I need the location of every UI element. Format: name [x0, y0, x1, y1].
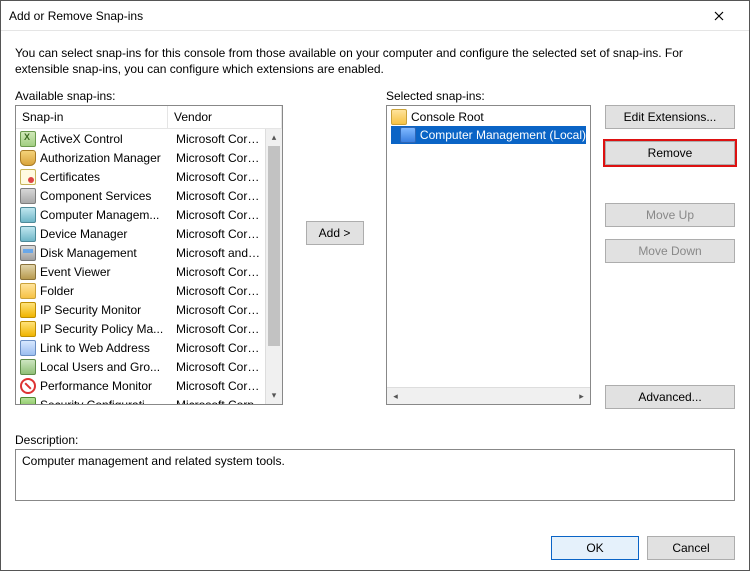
window-title: Add or Remove Snap-ins	[9, 9, 697, 23]
list-item[interactable]: Local Users and Gro...Microsoft Corp...	[16, 357, 265, 376]
available-snapins-list[interactable]: Snap-in Vendor ActiveX ControlMicrosoft …	[15, 105, 283, 405]
col-snapin[interactable]: Snap-in	[16, 106, 168, 128]
edit-extensions-button[interactable]: Edit Extensions...	[605, 105, 735, 129]
ok-button[interactable]: OK	[551, 536, 639, 560]
move-down-button[interactable]: Move Down	[605, 239, 735, 263]
snapin-icon	[20, 226, 36, 242]
col-vendor[interactable]: Vendor	[168, 106, 282, 128]
list-item[interactable]: CertificatesMicrosoft Corp...	[16, 167, 265, 186]
folder-icon	[391, 109, 407, 125]
snapin-name: Local Users and Gro...	[40, 360, 176, 374]
snapin-vendor: Microsoft Corp...	[176, 208, 261, 222]
selected-snapins-tree[interactable]: Console Root Computer Management (Local)…	[386, 105, 591, 405]
close-button[interactable]	[697, 2, 741, 30]
description-box: Computer management and related system t…	[15, 449, 735, 501]
list-item[interactable]: Link to Web AddressMicrosoft Corp...	[16, 338, 265, 357]
snapin-vendor: Microsoft Corp...	[176, 284, 261, 298]
remove-button[interactable]: Remove	[605, 141, 735, 165]
snapin-vendor: Microsoft Corp...	[176, 189, 261, 203]
list-header[interactable]: Snap-in Vendor	[16, 106, 282, 129]
snapin-vendor: Microsoft Corp...	[176, 379, 261, 393]
computer-management-icon	[400, 127, 416, 143]
snapin-name: Component Services	[40, 189, 176, 203]
snapin-name: ActiveX Control	[40, 132, 176, 146]
snapin-icon	[20, 378, 36, 394]
snapin-icon	[20, 359, 36, 375]
snapin-name: Folder	[40, 284, 176, 298]
snapin-name: Disk Management	[40, 246, 176, 260]
description-label: Description:	[15, 433, 735, 447]
move-up-button[interactable]: Move Up	[605, 203, 735, 227]
snapin-vendor: Microsoft Corp...	[176, 265, 261, 279]
snapin-name: Performance Monitor	[40, 379, 176, 393]
vertical-scrollbar[interactable]: ▴ ▾	[265, 129, 282, 404]
scroll-left-icon[interactable]: ◂	[387, 391, 404, 402]
intro-text: You can select snap-ins for this console…	[15, 45, 735, 77]
list-item[interactable]: Performance MonitorMicrosoft Corp...	[16, 376, 265, 395]
snapin-name: Certificates	[40, 170, 176, 184]
snapin-icon	[20, 131, 36, 147]
snapin-name: IP Security Monitor	[40, 303, 176, 317]
snapin-name: Event Viewer	[40, 265, 176, 279]
snapin-name: Computer Managem...	[40, 208, 176, 222]
list-item[interactable]: IP Security Policy Ma...Microsoft Corp..…	[16, 319, 265, 338]
list-item[interactable]: Device ManagerMicrosoft Corp...	[16, 224, 265, 243]
snapin-icon	[20, 321, 36, 337]
snapin-icon	[20, 264, 36, 280]
snapin-vendor: Microsoft Corp...	[176, 360, 261, 374]
snapin-vendor: Microsoft Corp...	[176, 341, 261, 355]
snapin-vendor: Microsoft Corp	[176, 398, 261, 405]
add-button[interactable]: Add >	[306, 221, 364, 245]
list-item[interactable]: Component ServicesMicrosoft Corp...	[16, 186, 265, 205]
list-item[interactable]: Authorization ManagerMicrosoft Corp...	[16, 148, 265, 167]
list-item[interactable]: FolderMicrosoft Corp...	[16, 281, 265, 300]
snapin-icon	[20, 302, 36, 318]
snapin-icon	[20, 340, 36, 356]
advanced-button[interactable]: Advanced...	[605, 385, 735, 409]
list-item[interactable]: Event ViewerMicrosoft Corp...	[16, 262, 265, 281]
scroll-right-icon[interactable]: ▸	[573, 391, 590, 402]
list-item[interactable]: Computer Managem...Microsoft Corp...	[16, 205, 265, 224]
snapin-name: Security Configurati...	[40, 398, 176, 405]
snapin-icon	[20, 283, 36, 299]
list-item[interactable]: Disk ManagementMicrosoft and ...	[16, 243, 265, 262]
snapin-vendor: Microsoft Corp...	[176, 303, 261, 317]
snapin-vendor: Microsoft Corp...	[176, 227, 261, 241]
snapin-icon	[20, 150, 36, 166]
scroll-down-icon[interactable]: ▾	[266, 387, 282, 404]
titlebar: Add or Remove Snap-ins	[1, 1, 749, 31]
snapin-vendor: Microsoft and ...	[176, 246, 261, 260]
snapin-vendor: Microsoft Corp...	[176, 132, 261, 146]
tree-item-selected[interactable]: Computer Management (Local)	[391, 126, 586, 144]
list-item[interactable]: IP Security MonitorMicrosoft Corp...	[16, 300, 265, 319]
snapin-name: IP Security Policy Ma...	[40, 322, 176, 336]
snapin-name: Device Manager	[40, 227, 176, 241]
snapin-icon	[20, 207, 36, 223]
snapin-name: Link to Web Address	[40, 341, 176, 355]
snapin-vendor: Microsoft Corp...	[176, 151, 261, 165]
list-item[interactable]: ActiveX ControlMicrosoft Corp...	[16, 129, 265, 148]
available-label: Available snap-ins:	[15, 89, 283, 103]
selected-label: Selected snap-ins:	[386, 89, 591, 103]
scroll-up-icon[interactable]: ▴	[266, 129, 282, 146]
description-text: Computer management and related system t…	[22, 454, 285, 468]
cancel-button[interactable]: Cancel	[647, 536, 735, 560]
snapin-vendor: Microsoft Corp...	[176, 170, 261, 184]
snapin-icon	[20, 188, 36, 204]
snapin-vendor: Microsoft Corp...	[176, 322, 261, 336]
tree-root[interactable]: Console Root	[391, 108, 586, 126]
horizontal-scrollbar[interactable]: ◂ ▸	[387, 387, 590, 404]
list-item[interactable]: Security Configurati...Microsoft Corp	[16, 395, 265, 404]
scroll-thumb[interactable]	[268, 146, 280, 346]
snapin-icon	[20, 245, 36, 261]
snapin-name: Authorization Manager	[40, 151, 176, 165]
snapin-icon	[20, 397, 36, 405]
snapin-icon	[20, 169, 36, 185]
